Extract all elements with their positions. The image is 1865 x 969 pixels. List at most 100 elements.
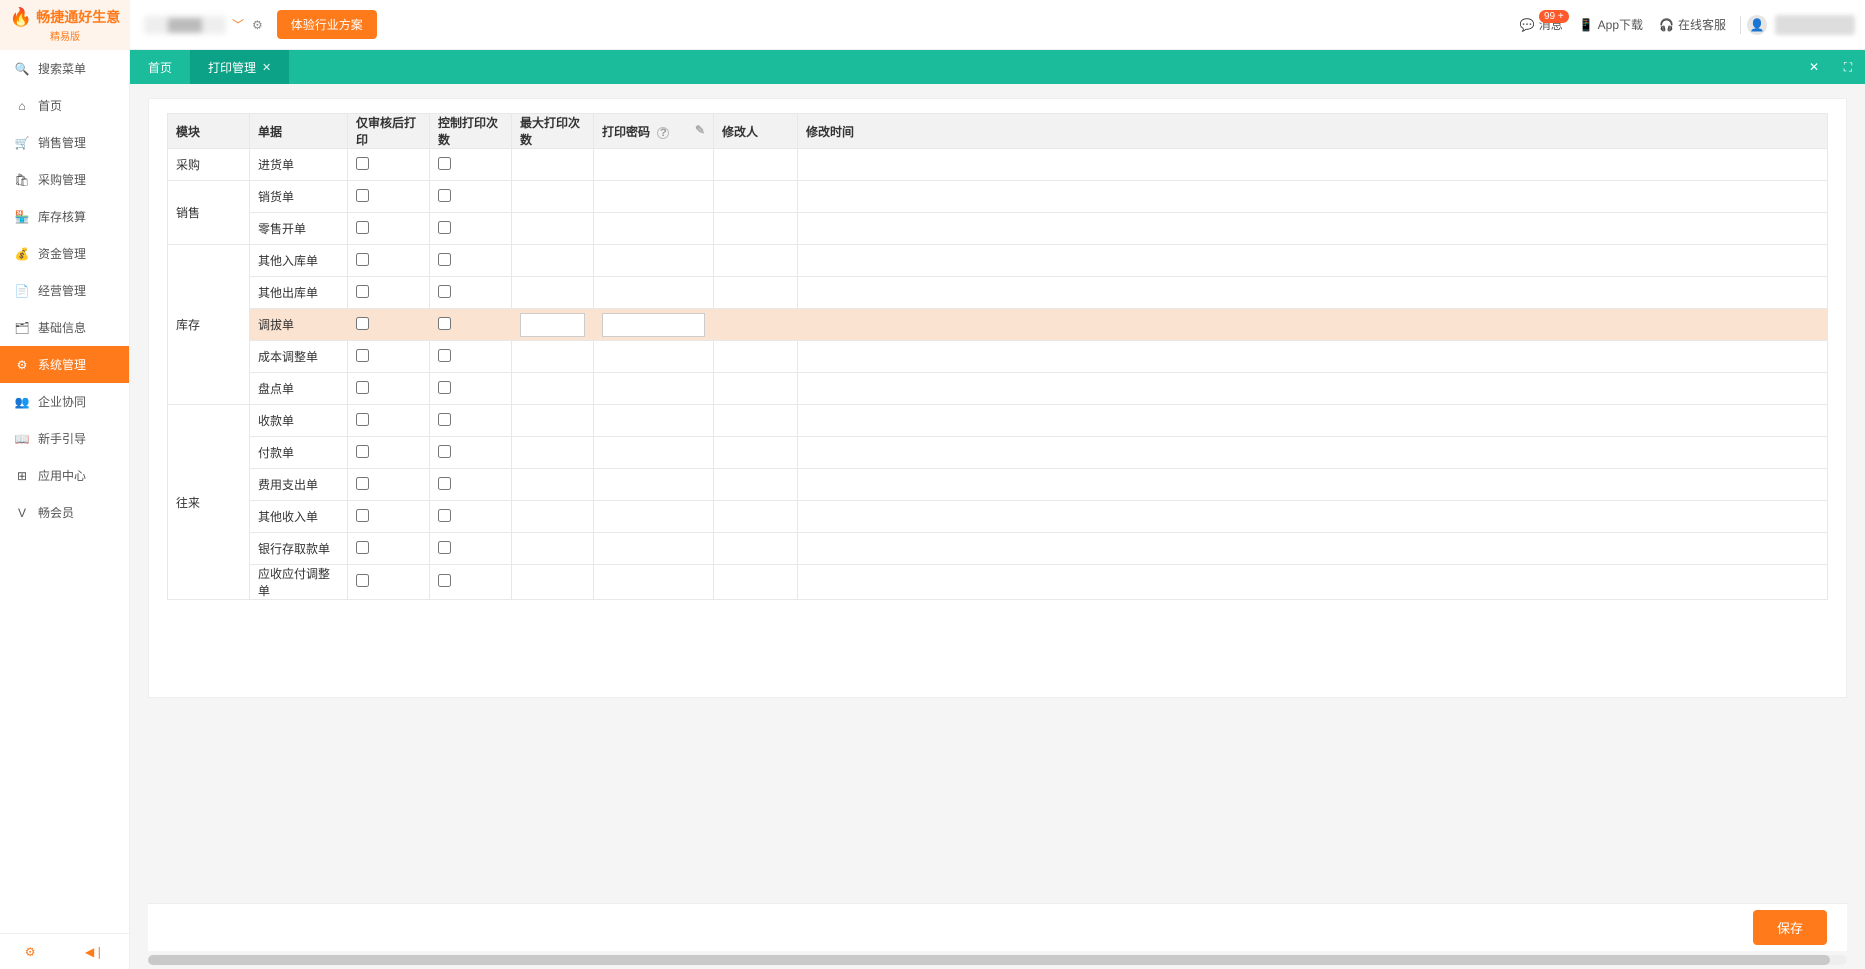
gear-icon[interactable]: ⚙	[252, 18, 263, 32]
sidebar-item-basic-info[interactable]: 🗂基础信息	[0, 309, 129, 346]
settings-icon[interactable]: ⚙	[25, 945, 36, 959]
control-count-checkbox[interactable]	[438, 541, 451, 554]
audit-only-checkbox[interactable]	[356, 317, 369, 330]
audit-only-checkbox[interactable]	[356, 349, 369, 362]
col-max-count: 最大打印次数	[512, 114, 594, 149]
audit-only-checkbox[interactable]	[356, 574, 369, 587]
audit-only-checkbox[interactable]	[356, 509, 369, 522]
sidebar-item-home[interactable]: ⌂首页	[0, 87, 129, 124]
sidebar-item-purchase[interactable]: 🛍采购管理	[0, 161, 129, 198]
edit-icon[interactable]: ✎	[695, 123, 705, 137]
sidebar-item-system[interactable]: ⚙系统管理	[0, 346, 129, 383]
audit-only-checkbox[interactable]	[356, 157, 369, 170]
tenant-selector[interactable]: ████ ﹀	[144, 16, 244, 34]
print-settings-table: 模块 单据 仅审核后打印 控制打印次数 最大打印次数 打印密码 ? ✎	[167, 113, 1828, 600]
audit-only-checkbox[interactable]	[356, 253, 369, 266]
sidebar-item-app-center[interactable]: ⊞应用中心	[0, 457, 129, 494]
divider	[1740, 16, 1741, 34]
control-count-checkbox[interactable]	[438, 221, 451, 234]
control-count-checkbox[interactable]	[438, 413, 451, 426]
sidebar-item-collab[interactable]: 👥企业协同	[0, 383, 129, 420]
close-all-tabs-button[interactable]: ✕	[1797, 60, 1831, 74]
max-count-input[interactable]	[520, 313, 585, 337]
messages-badge: 99 +	[1539, 10, 1569, 23]
sidebar-item-inventory[interactable]: 🏪库存核算	[0, 198, 129, 235]
tab-home[interactable]: 首页	[130, 50, 190, 84]
sidebar-item-vip[interactable]: V畅会员	[0, 494, 129, 531]
table-row: 成本调整单	[168, 341, 1828, 373]
audit-only-checkbox[interactable]	[356, 445, 369, 458]
password-cell	[594, 149, 714, 181]
modify-time-cell	[798, 181, 1828, 213]
max-count-cell	[512, 181, 594, 213]
phone-icon: 📱	[1579, 18, 1594, 32]
control-count-checkbox[interactable]	[438, 189, 451, 202]
max-count-cell	[512, 149, 594, 181]
audit-only-checkbox[interactable]	[356, 189, 369, 202]
password-cell	[594, 373, 714, 405]
table-row: 库存其他入库单	[168, 245, 1828, 277]
bill-cell: 收款单	[250, 405, 348, 437]
audit-only-cell	[348, 501, 430, 533]
audit-only-checkbox[interactable]	[356, 541, 369, 554]
audit-only-checkbox[interactable]	[356, 413, 369, 426]
max-count-cell	[512, 405, 594, 437]
password-input[interactable]	[602, 313, 705, 337]
sidebar-item-search-menu[interactable]: 🔍搜索菜单	[0, 50, 129, 87]
control-count-checkbox[interactable]	[438, 477, 451, 490]
control-count-checkbox[interactable]	[438, 381, 451, 394]
industry-plan-button[interactable]: 体验行业方案	[277, 10, 377, 39]
sidebar-item-business[interactable]: 📄经营管理	[0, 272, 129, 309]
audit-only-checkbox[interactable]	[356, 381, 369, 394]
control-count-checkbox[interactable]	[438, 253, 451, 266]
modify-time-cell	[798, 309, 1828, 341]
sidebar-item-label: 经营管理	[38, 282, 86, 299]
control-count-checkbox[interactable]	[438, 157, 451, 170]
control-count-checkbox[interactable]	[438, 317, 451, 330]
audit-only-checkbox[interactable]	[356, 221, 369, 234]
bill-cell: 其他收入单	[250, 501, 348, 533]
bill-cell: 调拔单	[250, 309, 348, 341]
sidebar-item-label: 采购管理	[38, 171, 86, 188]
close-icon[interactable]: ✕	[262, 61, 271, 74]
fullscreen-button[interactable]: ⛶	[1831, 60, 1865, 75]
bill-cell: 进货单	[250, 149, 348, 181]
control-count-checkbox[interactable]	[438, 285, 451, 298]
user-name[interactable]	[1775, 15, 1855, 35]
max-count-cell	[512, 469, 594, 501]
bill-cell: 付款单	[250, 437, 348, 469]
sidebar-item-onboarding[interactable]: 📖新手引导	[0, 420, 129, 457]
scrollbar-thumb[interactable]	[148, 955, 1830, 965]
control-count-checkbox[interactable]	[438, 349, 451, 362]
audit-only-checkbox[interactable]	[356, 477, 369, 490]
tab-print-management[interactable]: 打印管理 ✕	[190, 50, 289, 84]
sidebar-item-funds[interactable]: 💰资金管理	[0, 235, 129, 272]
modify-time-cell	[798, 405, 1828, 437]
app-download-button[interactable]: 📱 App下载	[1579, 16, 1643, 33]
control-count-checkbox[interactable]	[438, 509, 451, 522]
help-icon[interactable]: ?	[657, 127, 669, 139]
footer-bar: 保存	[148, 903, 1847, 951]
password-cell	[594, 245, 714, 277]
collapse-icon[interactable]: ◀❘	[85, 945, 104, 959]
modifier-cell	[714, 469, 798, 501]
password-cell	[594, 533, 714, 565]
control-count-checkbox[interactable]	[438, 574, 451, 587]
audit-only-checkbox[interactable]	[356, 285, 369, 298]
messages-button[interactable]: 💬 消息 99 +	[1520, 16, 1563, 33]
avatar-icon[interactable]: 👤	[1747, 15, 1767, 35]
password-cell	[594, 437, 714, 469]
logo: 🔥 畅捷通好生意 精易版	[0, 0, 130, 50]
save-button[interactable]: 保存	[1753, 910, 1827, 945]
max-count-cell	[512, 501, 594, 533]
audit-only-cell	[348, 373, 430, 405]
password-cell	[594, 277, 714, 309]
tab-bar: 首页 打印管理 ✕ ✕ ⛶	[130, 50, 1865, 84]
modify-time-cell	[798, 277, 1828, 309]
horizontal-scrollbar[interactable]	[148, 955, 1847, 965]
modify-time-cell	[798, 565, 1828, 600]
password-cell	[594, 565, 714, 600]
control-count-checkbox[interactable]	[438, 445, 451, 458]
online-service-button[interactable]: 🎧 在线客服	[1659, 16, 1726, 33]
sidebar-item-sales[interactable]: 🛒销售管理	[0, 124, 129, 161]
